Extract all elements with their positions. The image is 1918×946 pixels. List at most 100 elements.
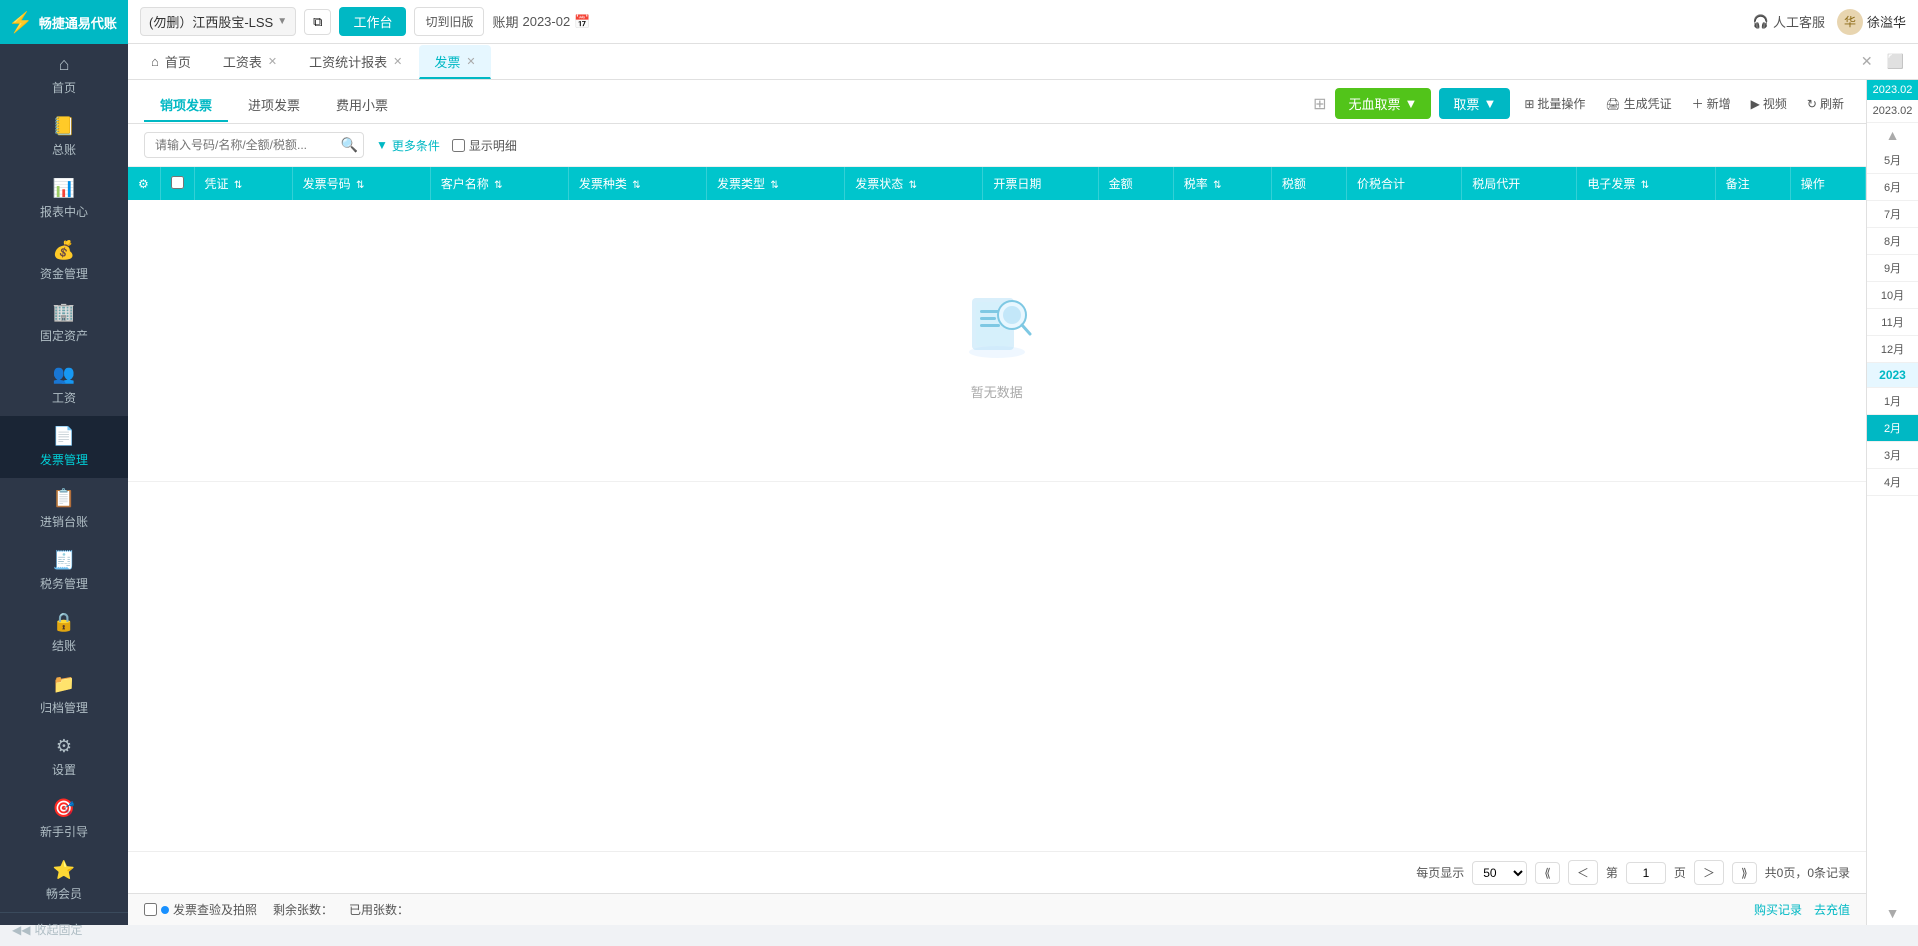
sub-tab-purchase[interactable]: 进项发票: [232, 89, 316, 122]
sidebar-item-ledger[interactable]: 📒 总账: [0, 106, 128, 168]
col-invoice-no[interactable]: 发票号码 ⇅: [292, 167, 430, 200]
remaining-prefix: 剩余张数：: [273, 903, 333, 917]
date-panel-header-1[interactable]: 2023.02: [1867, 80, 1918, 100]
no-ticket-label: 无血取票: [1349, 94, 1401, 113]
more-filter-button[interactable]: ▼ 更多条件: [376, 137, 440, 154]
sidebar-item-guide[interactable]: 🎯 新手引导: [0, 788, 128, 850]
headset-icon: 🎧: [1753, 14, 1769, 30]
close-payroll-tab[interactable]: ✕: [268, 55, 277, 68]
tab-invoice[interactable]: 发票 ✕: [419, 45, 490, 79]
sidebar-collapse-btn[interactable]: ◀◀ 收起固定: [0, 913, 128, 946]
date-panel-down-arrow[interactable]: ▼: [1867, 901, 1918, 925]
user-menu[interactable]: 华 徐溢华: [1837, 9, 1906, 35]
sidebar-item-reports[interactable]: 📊 报表中心: [0, 168, 128, 230]
col-invoice-type[interactable]: 发票种类 ⇅: [568, 167, 706, 200]
date-panel-up-arrow[interactable]: ▲: [1867, 123, 1918, 147]
recharge-link[interactable]: 去充值: [1814, 901, 1850, 918]
sidebar-item-funds[interactable]: 💰 资金管理: [0, 230, 128, 292]
col-tax-code-label: 税局代开: [1472, 177, 1520, 191]
sub-tab-sales[interactable]: 销项发票: [144, 89, 228, 122]
date-panel-11[interactable]: 11月: [1867, 309, 1918, 336]
date-panel-8[interactable]: 8月: [1867, 228, 1918, 255]
sidebar-item-member[interactable]: ⭐ 畅会员: [0, 850, 128, 912]
col-invoice-status[interactable]: 发票状态 ⇅: [845, 167, 983, 200]
customer-service[interactable]: 🎧 人工客服: [1753, 12, 1825, 31]
col-checkbox[interactable]: [160, 167, 194, 200]
select-all-checkbox[interactable]: [171, 176, 184, 189]
col-customer-name[interactable]: 客户名称 ⇅: [430, 167, 568, 200]
workbench-button[interactable]: 工作台: [339, 7, 406, 36]
search-input[interactable]: [144, 132, 364, 158]
sub-tab-expense[interactable]: 费用小票: [320, 89, 404, 122]
guide-icon: 🎯: [53, 798, 75, 819]
sidebar-item-sales-ledger[interactable]: 📋 进销台账: [0, 478, 128, 540]
date-panel-2023-3[interactable]: 3月: [1867, 442, 1918, 469]
copy-button[interactable]: ⧉: [304, 9, 331, 35]
gen-voucher-button[interactable]: 🖨 生成凭证: [1599, 90, 1677, 117]
sidebar-item-fixed-assets[interactable]: 🏢 固定资产: [0, 292, 128, 354]
col-invoice-status-label: 发票状态: [855, 177, 903, 191]
switch-version-button[interactable]: 切到旧版: [414, 7, 484, 36]
col-open-date: 开票日期: [983, 167, 1098, 200]
next-page-button[interactable]: ＞: [1694, 860, 1724, 885]
show-detail-label[interactable]: 显示明细: [452, 137, 517, 154]
sidebar-item-tax-mgmt[interactable]: 🧾 税务管理: [0, 540, 128, 602]
sub-tab-label: 进项发票: [248, 98, 300, 113]
search-button[interactable]: 🔍: [341, 137, 358, 154]
tab-payroll-stats[interactable]: 工资统计报表 ✕: [294, 45, 417, 78]
page-size-select[interactable]: 20 50 100: [1472, 861, 1527, 885]
date-panel-2023-2[interactable]: 2月: [1867, 415, 1918, 442]
date-panel-5[interactable]: 5月: [1867, 147, 1918, 174]
last-page-button[interactable]: ⟫: [1732, 862, 1757, 884]
maximize-corner-button[interactable]: ⬜: [1881, 49, 1910, 74]
batch-op-button[interactable]: ⊞ 批量操作: [1518, 90, 1591, 117]
close-payroll-stats-tab[interactable]: ✕: [393, 55, 402, 68]
date-panel-9[interactable]: 9月: [1867, 255, 1918, 282]
sidebar-item-archive[interactable]: 📁 归档管理: [0, 664, 128, 726]
close-invoice-tab[interactable]: ✕: [466, 55, 475, 68]
grid-view-icon[interactable]: ⊞: [1313, 94, 1326, 114]
tab-home[interactable]: ⌂ 首页: [136, 45, 206, 78]
company-selector[interactable]: (勿删）江西股宝-LSS ▼: [140, 7, 296, 36]
sidebar-item-home[interactable]: ⌂ 首页: [0, 44, 128, 106]
sidebar-item-closing[interactable]: 🔒 结账: [0, 602, 128, 664]
prev-page-button[interactable]: ＜: [1568, 860, 1598, 885]
date-panel-2023-4[interactable]: 4月: [1867, 469, 1918, 496]
sidebar-item-invoice-mgmt[interactable]: 📄 发票管理: [0, 416, 128, 478]
sidebar-item-settings[interactable]: ⚙ 设置: [0, 726, 128, 788]
close-corner-button[interactable]: ✕: [1855, 49, 1879, 74]
first-page-button[interactable]: ⟪: [1535, 862, 1560, 884]
dropdown-arrow-icon: ▼: [1405, 96, 1418, 111]
col-e-invoice[interactable]: 电子发票 ⇅: [1577, 167, 1715, 200]
page-input[interactable]: [1626, 862, 1666, 884]
col-voucher-label: 凭证: [205, 177, 229, 191]
year-2023-label[interactable]: 2023: [1867, 363, 1918, 388]
search-wrap: 🔍: [144, 132, 364, 158]
date-panel-12[interactable]: 12月: [1867, 336, 1918, 363]
date-panel-2023-1[interactable]: 1月: [1867, 388, 1918, 415]
date-panel-item-prev[interactable]: 2023.02: [1867, 100, 1918, 123]
purchase-record-link[interactable]: 购买记录: [1754, 901, 1802, 918]
tab-payroll[interactable]: 工资表 ✕: [208, 45, 292, 78]
date-panel-7[interactable]: 7月: [1867, 201, 1918, 228]
col-invoice-category[interactable]: 发票类型 ⇅: [707, 167, 845, 200]
col-action-label: 操作: [1801, 177, 1825, 191]
invoice-check-checkbox[interactable]: [144, 903, 157, 916]
refresh-button[interactable]: ↻ 刷新: [1801, 90, 1850, 117]
show-detail-checkbox[interactable]: [452, 139, 465, 152]
sidebar-item-payroll[interactable]: 👥 工资: [0, 354, 128, 416]
col-settings[interactable]: ⚙: [128, 167, 160, 200]
filter-icon: ▼: [376, 138, 388, 152]
video-button[interactable]: ▶ 视频: [1745, 90, 1793, 117]
sort-voucher-icon: ⇅: [234, 180, 242, 191]
new-button[interactable]: ＋ 新增: [1686, 90, 1737, 117]
take-ticket-button[interactable]: 取票 ▼: [1439, 88, 1510, 119]
date-panel-6[interactable]: 6月: [1867, 174, 1918, 201]
date-panel-10[interactable]: 10月: [1867, 282, 1918, 309]
col-tax-rate[interactable]: 税率 ⇅: [1173, 167, 1271, 200]
refresh-icon: ↻: [1807, 97, 1817, 111]
col-voucher[interactable]: 凭证 ⇅: [194, 167, 292, 200]
sidebar-item-label: 发票管理: [40, 451, 88, 468]
no-ticket-button[interactable]: 无血取票 ▼: [1335, 88, 1432, 119]
col-action: 操作: [1790, 167, 1865, 200]
